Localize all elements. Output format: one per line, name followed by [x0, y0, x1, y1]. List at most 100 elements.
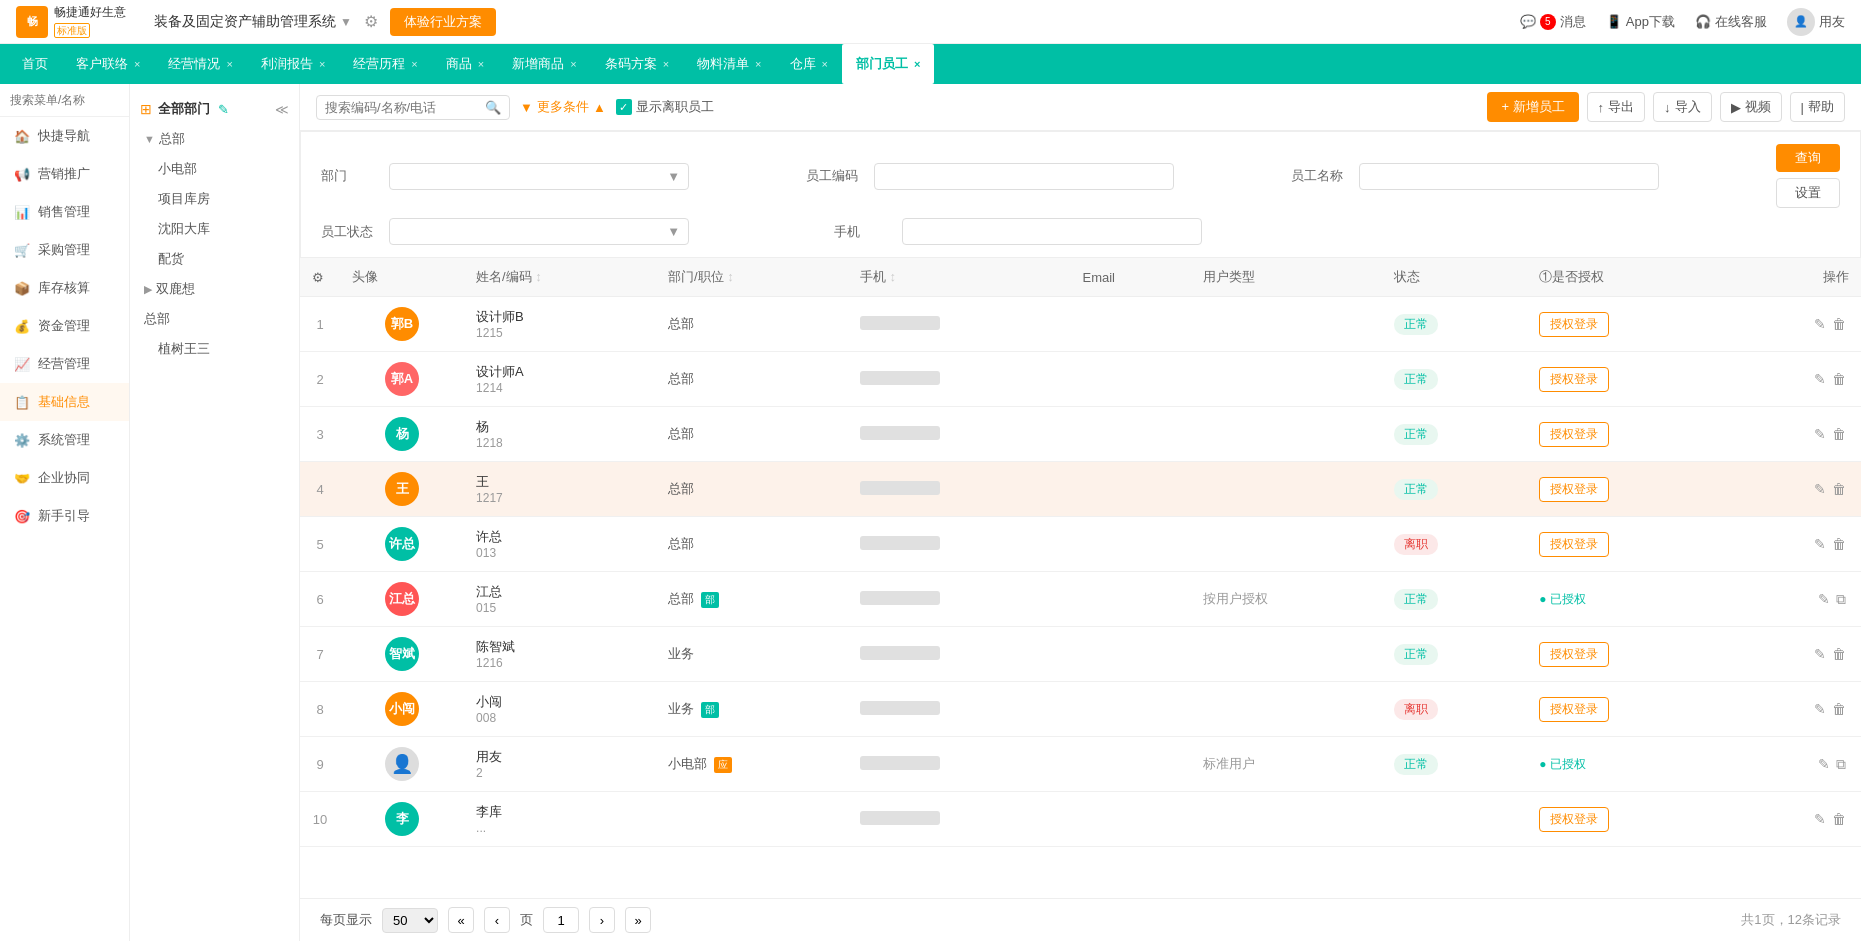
tab-barcode-close[interactable]: × [663, 58, 669, 70]
tab-profit-close[interactable]: × [319, 58, 325, 70]
filter-phone-input[interactable] [902, 218, 1202, 245]
tab-customer[interactable]: 客户联络 × [62, 44, 154, 84]
filter-code-input[interactable] [874, 163, 1174, 190]
sidebar-item-quicknav[interactable]: 🏠 快捷导航 [0, 117, 129, 155]
col-name[interactable]: 姓名/编码 ↕ [464, 258, 656, 297]
col-phone[interactable]: 手机 ↕ [848, 258, 1070, 297]
tab-home[interactable]: 首页 [8, 44, 62, 84]
filter-dept-select[interactable]: ▼ [389, 163, 689, 190]
tab-operation-close[interactable]: × [226, 58, 232, 70]
tab-bom[interactable]: 物料清单 × [683, 44, 775, 84]
delete-button[interactable]: 🗑 [1832, 426, 1846, 442]
edit-button[interactable]: ✎ [1814, 701, 1826, 717]
delete-button[interactable]: 🗑 [1832, 316, 1846, 332]
tab-barcode[interactable]: 条码方案 × [591, 44, 683, 84]
sidebar-item-marketing[interactable]: 📢 营销推广 [0, 155, 129, 193]
delete-button[interactable]: 🗑 [1832, 536, 1846, 552]
edit-button[interactable]: ✎ [1814, 371, 1826, 387]
col-dept[interactable]: 部门/职位 ↕ [656, 258, 848, 297]
auth-login-button[interactable]: 授权登录 [1539, 807, 1609, 832]
per-page-select[interactable]: 50 20 100 [382, 908, 438, 933]
show-resign-checkbox[interactable]: ✓ [616, 99, 632, 115]
edit-button[interactable]: ✎ [1818, 756, 1830, 772]
more-filter-button[interactable]: ▼ 更多条件 ▲ [520, 98, 606, 116]
tab-goods[interactable]: 商品 × [432, 44, 498, 84]
delete-button[interactable]: 🗑 [1832, 646, 1846, 662]
filter-status-select[interactable]: ▼ [389, 218, 689, 245]
edit-button[interactable]: ✎ [1814, 811, 1826, 827]
tab-staff-close[interactable]: × [914, 58, 920, 70]
copy-button[interactable]: ⧉ [1836, 756, 1846, 772]
sidebar-item-guide[interactable]: 🎯 新手引导 [0, 497, 129, 535]
tree-item-xiaodibu[interactable]: 小电部 [130, 154, 299, 184]
auth-login-button[interactable]: 授权登录 [1539, 697, 1609, 722]
try-plan-button[interactable]: 体验行业方案 [390, 8, 496, 36]
filter-name-input[interactable] [1359, 163, 1659, 190]
edit-button[interactable]: ✎ [1814, 426, 1826, 442]
sidebar-item-biz[interactable]: 📈 经营管理 [0, 345, 129, 383]
add-employee-button[interactable]: + 新增员工 [1487, 92, 1578, 122]
show-resign-toggle[interactable]: ✓ 显示离职员工 [616, 98, 714, 116]
tree-item-shuanglu[interactable]: ▶ 双鹿想 [130, 274, 299, 304]
auth-login-button[interactable]: 授权登录 [1539, 312, 1609, 337]
edit-button[interactable]: ✎ [1814, 316, 1826, 332]
auth-login-button[interactable]: 授权登录 [1539, 642, 1609, 667]
export-button[interactable]: ↑ 导出 [1587, 92, 1646, 122]
edit-button[interactable]: ✎ [1818, 591, 1830, 607]
sidebar-item-collab[interactable]: 🤝 企业协同 [0, 459, 129, 497]
online-service-item[interactable]: 🎧 在线客服 [1695, 13, 1767, 31]
edit-button[interactable]: ✎ [1814, 481, 1826, 497]
auth-login-button[interactable]: 授权登录 [1539, 477, 1609, 502]
tab-warehouse-close[interactable]: × [822, 58, 828, 70]
tab-profit[interactable]: 利润报告 × [247, 44, 339, 84]
tree-item-zongbu2[interactable]: 总部 [130, 304, 299, 334]
settings-icon[interactable]: ⚙ [364, 12, 378, 31]
tree-item-zhishu[interactable]: 植树王三 [130, 334, 299, 364]
tree-item-peihuo[interactable]: 配货 [130, 244, 299, 274]
tree-item-zongbu-parent[interactable]: ▼ 总部 [130, 124, 299, 154]
sidebar-item-stock[interactable]: 📦 库存核算 [0, 269, 129, 307]
tab-add-goods[interactable]: 新增商品 × [498, 44, 590, 84]
delete-button[interactable]: 🗑 [1832, 481, 1846, 497]
next-page-button[interactable]: › [589, 907, 615, 933]
edit-button[interactable]: ✎ [1814, 536, 1826, 552]
sidebar-item-finance[interactable]: 💰 资金管理 [0, 307, 129, 345]
tab-goods-close[interactable]: × [478, 58, 484, 70]
user-item[interactable]: 👤 用友 [1787, 8, 1845, 36]
prev-page-button[interactable]: ‹ [484, 907, 510, 933]
tab-customer-close[interactable]: × [134, 58, 140, 70]
copy-button[interactable]: ⧉ [1836, 591, 1846, 607]
tab-bom-close[interactable]: × [755, 58, 761, 70]
reset-button[interactable]: 设置 [1776, 178, 1840, 208]
tree-item-project[interactable]: 项目库房 [130, 184, 299, 214]
sidebar-item-system[interactable]: ⚙️ 系统管理 [0, 421, 129, 459]
tab-history-close[interactable]: × [411, 58, 417, 70]
delete-button[interactable]: 🗑 [1832, 371, 1846, 387]
sidebar-item-purchase[interactable]: 🛒 采购管理 [0, 231, 129, 269]
search-input[interactable] [325, 100, 485, 115]
app-download-item[interactable]: 📱 App下载 [1606, 13, 1675, 31]
page-number-input[interactable] [543, 907, 579, 933]
tab-history[interactable]: 经营历程 × [339, 44, 431, 84]
tab-operation[interactable]: 经营情况 × [154, 44, 246, 84]
query-button[interactable]: 查询 [1776, 144, 1840, 172]
dept-edit-icon[interactable]: ✎ [218, 102, 229, 117]
first-page-button[interactable]: « [448, 907, 474, 933]
sidebar-item-basic[interactable]: 📋 基础信息 [0, 383, 129, 421]
edit-button[interactable]: ✎ [1814, 646, 1826, 662]
help-button[interactable]: | 帮助 [1790, 92, 1845, 122]
tab-add-goods-close[interactable]: × [570, 58, 576, 70]
auth-login-button[interactable]: 授权登录 [1539, 367, 1609, 392]
import-button[interactable]: ↓ 导入 [1653, 92, 1712, 122]
tab-staff[interactable]: 部门员工 × [842, 44, 934, 84]
last-page-button[interactable]: » [625, 907, 651, 933]
delete-button[interactable]: 🗑 [1832, 701, 1846, 717]
tab-warehouse[interactable]: 仓库 × [776, 44, 842, 84]
dept-collapse-icon[interactable]: ≪ [275, 102, 289, 117]
sidebar-search-input[interactable] [10, 93, 130, 107]
message-item[interactable]: 💬 5 消息 [1520, 13, 1586, 31]
auth-login-button[interactable]: 授权登录 [1539, 422, 1609, 447]
delete-button[interactable]: 🗑 [1832, 811, 1846, 827]
tree-item-shenyang[interactable]: 沈阳大库 [130, 214, 299, 244]
auth-login-button[interactable]: 授权登录 [1539, 532, 1609, 557]
